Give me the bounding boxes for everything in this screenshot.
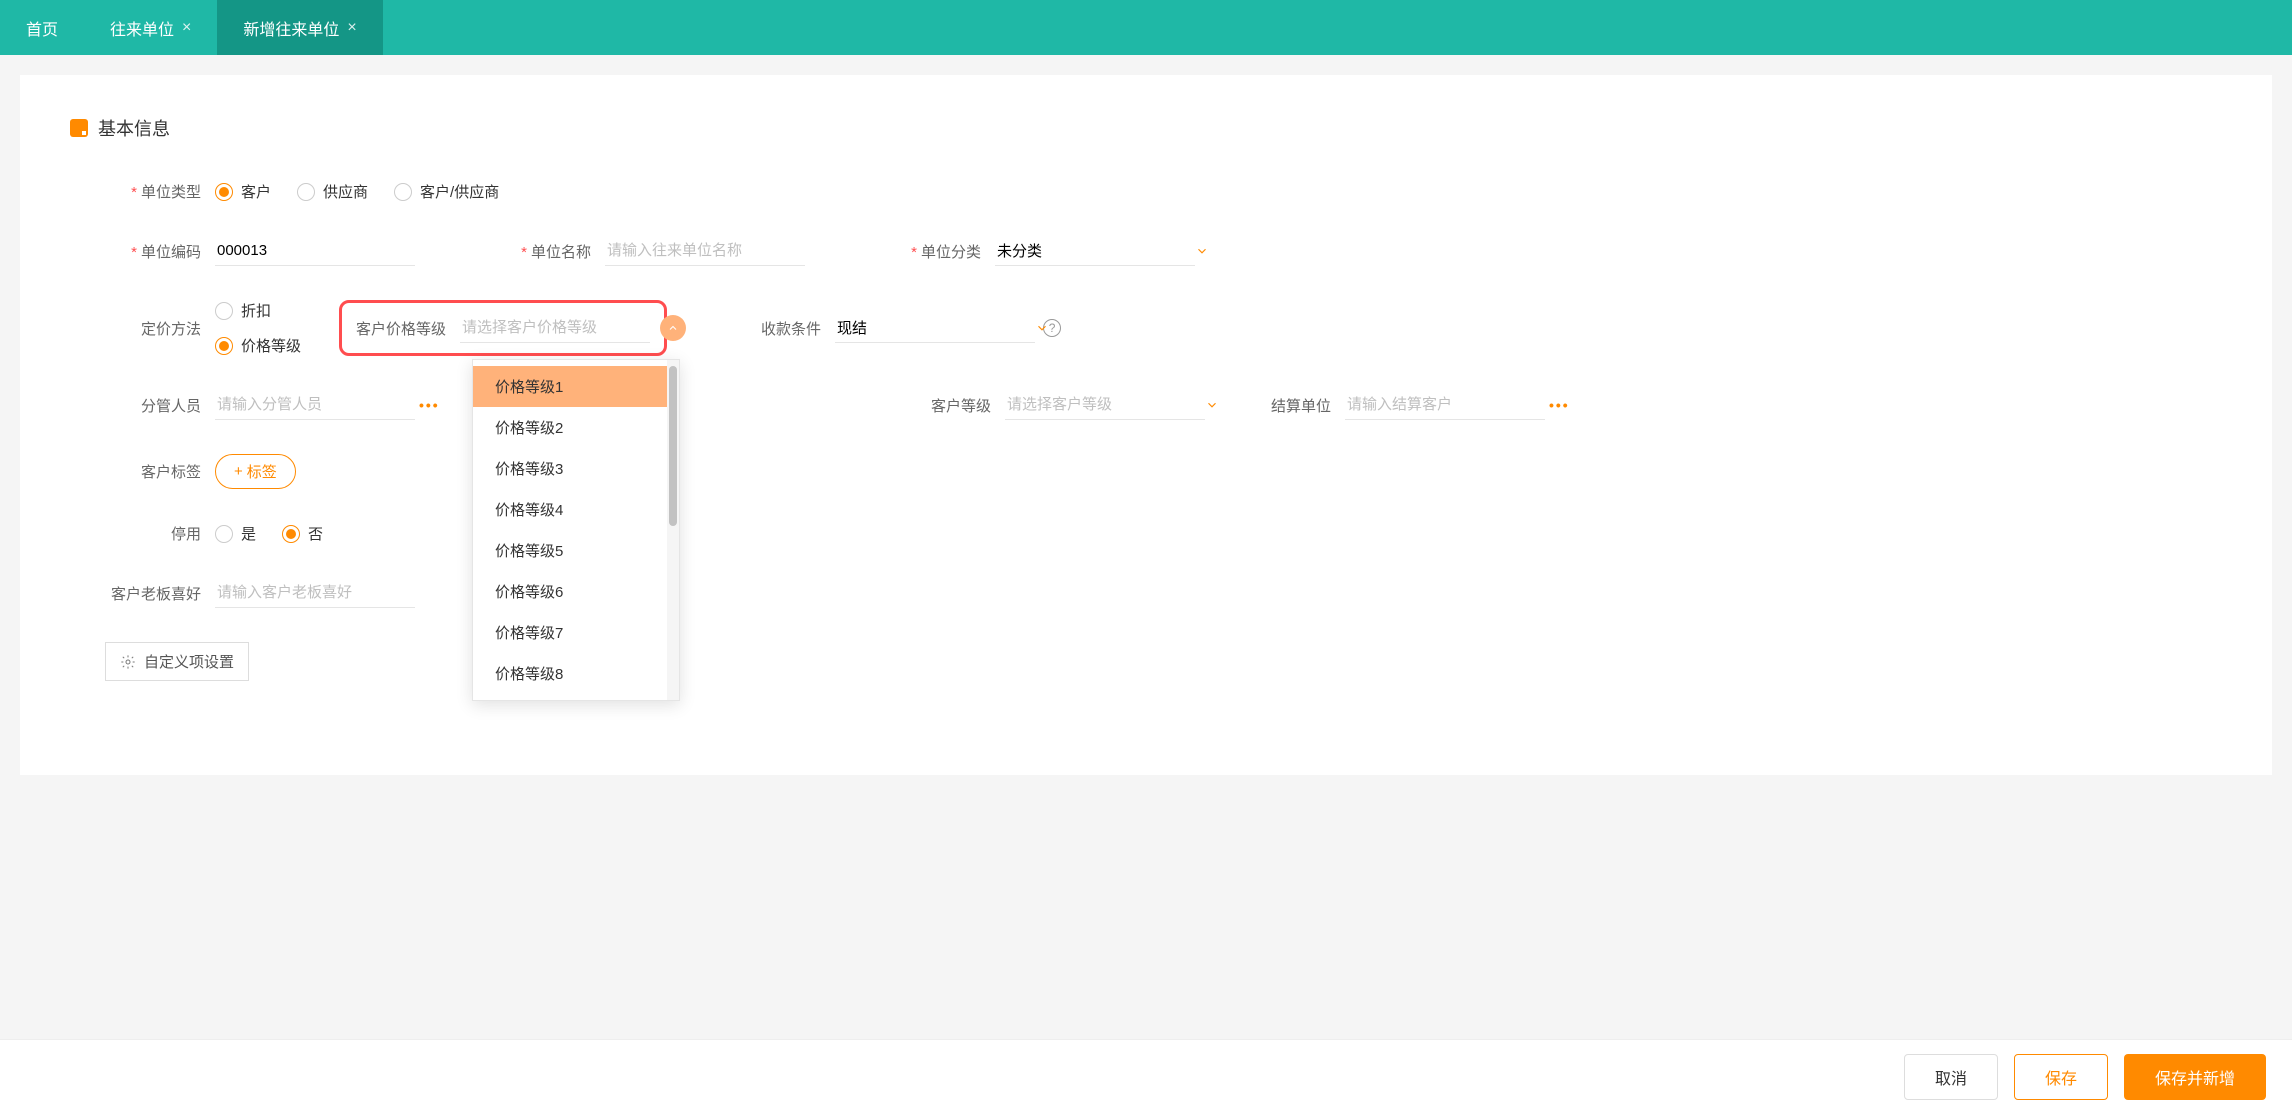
- dropdown-item[interactable]: 价格等级8: [473, 653, 667, 694]
- dropdown-item[interactable]: 价格等级7: [473, 612, 667, 653]
- label-unit-type: 单位类型: [105, 181, 215, 202]
- note-icon: [70, 119, 88, 137]
- add-tag-button[interactable]: + 标签: [215, 454, 296, 489]
- unit-type-radio-group: 客户 供应商 客户/供应商: [215, 181, 499, 202]
- chevron-down-icon: [1205, 398, 1219, 412]
- label-unit-category: 单位分类: [885, 241, 995, 262]
- radio-label: 客户/供应商: [420, 181, 499, 202]
- customer-level-select[interactable]: [1005, 390, 1205, 420]
- label-boss-pref: 客户老板喜好: [90, 583, 215, 604]
- plus-icon: +: [234, 463, 243, 480]
- form-page: 基本信息 单位类型 客户 供应商 客户/供应商 单位编码 单位名称 单位分类: [20, 75, 2272, 775]
- radio-supplier[interactable]: 供应商: [297, 181, 368, 202]
- close-icon[interactable]: ×: [347, 19, 356, 37]
- unit-code-input[interactable]: [215, 236, 415, 266]
- tag-btn-label: 标签: [247, 461, 277, 482]
- label-unit-code: 单位编码: [105, 241, 215, 262]
- section-title: 基本信息: [98, 115, 170, 141]
- customer-level-input[interactable]: [1005, 390, 1205, 419]
- dropdown-list[interactable]: 价格等级1 价格等级2 价格等级3 价格等级4 价格等级5 价格等级6 价格等级…: [473, 360, 667, 700]
- label-customer-tag: 客户标签: [105, 461, 215, 482]
- tab-home[interactable]: 首页: [0, 0, 84, 55]
- label-disabled: 停用: [105, 523, 215, 544]
- tab-contacts[interactable]: 往来单位 ×: [84, 0, 217, 55]
- save-and-new-button[interactable]: 保存并新增: [2124, 1054, 2266, 1100]
- more-icon[interactable]: •••: [419, 397, 440, 413]
- radio-icon: [215, 302, 233, 320]
- label-payment-terms: 收款条件: [725, 318, 835, 339]
- section-header: 基本信息: [70, 115, 2222, 141]
- dropdown-item[interactable]: 价格等级1: [473, 366, 667, 407]
- tab-label: 首页: [26, 16, 58, 40]
- custom-fields-label: 自定义项设置: [144, 651, 234, 672]
- dropdown-item[interactable]: 价格等级2: [473, 407, 667, 448]
- more-icon[interactable]: •••: [1549, 397, 1570, 413]
- radio-price-level[interactable]: 价格等级: [215, 335, 301, 356]
- chevron-down-icon: [1195, 244, 1209, 258]
- radio-yes[interactable]: 是: [215, 523, 256, 544]
- radio-icon: [282, 525, 300, 543]
- dropdown-item[interactable]: 价格等级3: [473, 448, 667, 489]
- label-settle-unit: 结算单位: [1255, 395, 1345, 416]
- tabs-bar: 首页 往来单位 × 新增往来单位 ×: [0, 0, 2292, 55]
- unit-name-input[interactable]: [605, 236, 805, 266]
- payment-terms-value[interactable]: [835, 313, 1035, 342]
- radio-icon: [215, 337, 233, 355]
- chevron-down-icon: [1035, 321, 1049, 335]
- price-level-dropdown: 价格等级1 价格等级2 价格等级3 价格等级4 价格等级5 价格等级6 价格等级…: [472, 359, 680, 701]
- label-pricing-method: 定价方法: [105, 318, 215, 339]
- chevron-up-icon[interactable]: [660, 315, 686, 341]
- close-icon[interactable]: ×: [182, 19, 191, 37]
- radio-icon: [215, 183, 233, 201]
- price-level-select[interactable]: [460, 313, 650, 343]
- label-customer-level: 客户等级: [895, 395, 1005, 416]
- radio-icon: [215, 525, 233, 543]
- radio-customer[interactable]: 客户: [215, 181, 271, 202]
- settle-unit-select[interactable]: •••: [1345, 390, 1545, 420]
- tab-label: 往来单位: [110, 16, 174, 40]
- radio-no[interactable]: 否: [282, 523, 323, 544]
- payment-terms-select[interactable]: [835, 313, 1035, 343]
- label-manager-person: 分管人员: [105, 395, 215, 416]
- save-button[interactable]: 保存: [2014, 1054, 2108, 1100]
- radio-discount[interactable]: 折扣: [215, 300, 301, 321]
- radio-label: 价格等级: [241, 335, 301, 356]
- dropdown-item[interactable]: 价格等级6: [473, 571, 667, 612]
- unit-category-select[interactable]: [995, 236, 1195, 266]
- radio-label: 否: [308, 523, 323, 544]
- radio-label: 折扣: [241, 300, 271, 321]
- disabled-radio-group: 是 否: [215, 523, 323, 544]
- unit-category-value[interactable]: [995, 236, 1195, 265]
- radio-label: 供应商: [323, 181, 368, 202]
- tab-label: 新增往来单位: [243, 16, 339, 40]
- price-level-input[interactable]: [460, 313, 660, 342]
- cancel-button[interactable]: 取消: [1904, 1054, 1998, 1100]
- label-price-level: 客户价格等级: [356, 318, 460, 339]
- radio-label: 客户: [241, 181, 271, 202]
- footer-actions: 取消 保存 保存并新增: [0, 1039, 2292, 1114]
- dropdown-item[interactable]: 价格等级5: [473, 530, 667, 571]
- dropdown-item[interactable]: 价格等级4: [473, 489, 667, 530]
- tab-new-contact[interactable]: 新增往来单位 ×: [217, 0, 382, 55]
- scrollbar[interactable]: [667, 360, 679, 700]
- radio-label: 是: [241, 523, 256, 544]
- manager-person-input[interactable]: [215, 390, 415, 419]
- gear-icon: [120, 654, 136, 670]
- label-unit-name: 单位名称: [495, 241, 605, 262]
- radio-icon: [297, 183, 315, 201]
- price-level-field-highlight: 客户价格等级 价格等级1 价格等级2 价格等级3 价格等级4 价格等级5: [339, 300, 667, 356]
- settle-unit-input[interactable]: [1345, 390, 1545, 419]
- boss-pref-input[interactable]: [215, 578, 415, 608]
- pricing-method-radio-group: 折扣 价格等级: [215, 300, 301, 356]
- radio-both[interactable]: 客户/供应商: [394, 181, 499, 202]
- radio-icon: [394, 183, 412, 201]
- manager-person-select[interactable]: •••: [215, 390, 415, 420]
- custom-fields-button[interactable]: 自定义项设置: [105, 642, 249, 681]
- scrollbar-thumb[interactable]: [669, 366, 677, 526]
